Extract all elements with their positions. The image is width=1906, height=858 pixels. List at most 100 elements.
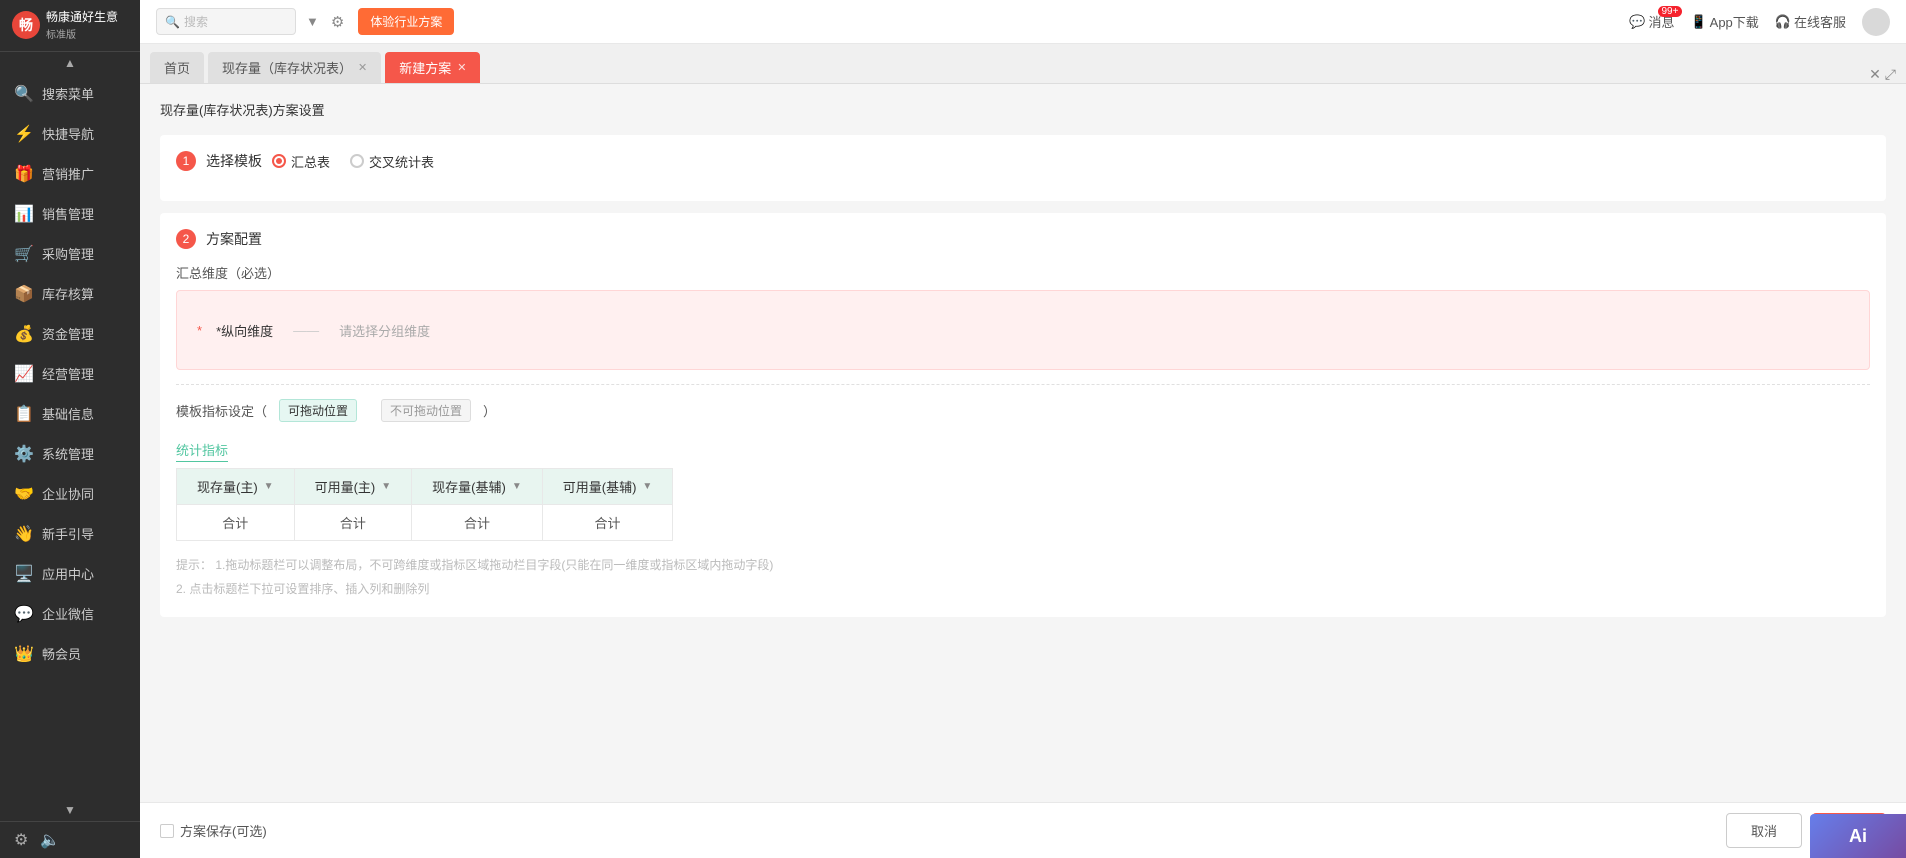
sidebar-item-finance[interactable]: 💰 资金管理	[0, 314, 140, 354]
indicator-settings-suffix: ）	[483, 401, 496, 420]
operations-icon: 📈	[14, 364, 34, 384]
sidebar-item-basic[interactable]: 📋 基础信息	[0, 394, 140, 434]
sidebar-item-purchase[interactable]: 🛒 采购管理	[0, 234, 140, 274]
sidebar: 畅 畅康通好生意 标准版 ▲ 🔍 搜索菜单 ⚡ 快捷导航 🎁 营销推广 📊 销售…	[0, 0, 140, 858]
search-menu-icon: 🔍	[14, 84, 34, 104]
sidebar-item-sales[interactable]: 📊 销售管理	[0, 194, 140, 234]
download-icon: 📱	[1690, 14, 1706, 30]
online-service-btn[interactable]: 🎧 在线客服	[1775, 12, 1846, 31]
industry-btn[interactable]: 体验行业方案	[358, 8, 454, 35]
member-icon: 👑	[14, 644, 34, 664]
sidebar-item-label: 应用中心	[42, 564, 94, 583]
tips-area: 提示： 1.拖动标题栏可以调整布局，不可跨维度或指标区域拖动栏目字段(只能在同一…	[176, 553, 1870, 601]
section-divider	[176, 384, 1870, 385]
col-avail-main-header[interactable]: 可用量(主) ▼	[294, 469, 412, 505]
save-checkbox[interactable]	[160, 824, 174, 838]
sidebar-item-label: 企业微信	[42, 604, 94, 623]
shortcut-icon: ⚡	[14, 124, 34, 144]
indicator-settings-row: 模板指标设定（ 可拖动位置 不可拖动位置 ）	[176, 399, 1870, 422]
radio-summary[interactable]: 汇总表	[272, 152, 330, 171]
vertical-dim-placeholder[interactable]: 请选择分组维度	[339, 321, 430, 340]
volume-icon[interactable]: 🔈	[40, 830, 60, 850]
sidebar-item-label: 企业协同	[42, 484, 94, 503]
draggable-tag: 可拖动位置	[279, 399, 357, 422]
sidebar-item-system[interactable]: ⚙️ 系统管理	[0, 434, 140, 474]
dash-separator: ——	[293, 323, 319, 338]
ai-assistant-button[interactable]: Ai	[1810, 814, 1906, 858]
message-icon: 💬	[1629, 14, 1645, 30]
col-cur-main-dropdown[interactable]: ▼	[264, 481, 274, 492]
sidebar-item-search[interactable]: 🔍 搜索菜单	[0, 74, 140, 114]
sidebar-item-corp[interactable]: 🤝 企业协同	[0, 474, 140, 514]
message-badge: 99+	[1658, 6, 1683, 17]
sidebar-item-inventory[interactable]: 📦 库存核算	[0, 274, 140, 314]
sidebar-item-label: 采购管理	[42, 244, 94, 263]
corp-icon: 🤝	[14, 484, 34, 504]
tab-close-all-icon[interactable]: ✕	[1869, 66, 1881, 83]
radio-cross-label: 交叉统计表	[369, 152, 434, 171]
tab-new-scheme-label: 新建方案	[399, 58, 451, 77]
purchase-icon: 🛒	[14, 244, 34, 264]
tab-new-scheme-close[interactable]: ✕	[457, 61, 466, 74]
step1-header: 1 选择模板 汇总表 交叉统计表	[176, 151, 1870, 171]
col-cur-aux-header[interactable]: 现存量(基辅) ▼	[412, 469, 543, 505]
step2-card: 2 方案配置 汇总维度（必选） * *纵向维度 —— 请选择分组维度 模板指标设…	[160, 213, 1886, 617]
tab-home[interactable]: 首页	[150, 52, 204, 83]
sidebar-item-label: 畅会员	[42, 644, 81, 663]
step1-title: 选择模板	[206, 151, 262, 171]
gear-icon[interactable]: ⚙	[331, 13, 344, 31]
sidebar-item-shortcut[interactable]: ⚡ 快捷导航	[0, 114, 140, 154]
step2-header: 2 方案配置	[176, 229, 1870, 249]
sidebar-item-appstore[interactable]: 🖥️ 应用中心	[0, 554, 140, 594]
tabbar: 首页 现存量（库存状况表） ✕ 新建方案 ✕ ✕ ⤢	[140, 44, 1906, 84]
topbar: 🔍 搜索 ▼ ⚙ 体验行业方案 💬 消息 99+ 📱 App下载 🎧 在线客服	[140, 0, 1906, 44]
col-cur-aux-dropdown[interactable]: ▼	[512, 481, 522, 492]
sidebar-scroll-down[interactable]: ▼	[0, 799, 140, 821]
tab-inventory-close[interactable]: ✕	[358, 61, 367, 74]
search-placeholder: 搜索	[184, 13, 208, 30]
radio-summary-circle	[272, 154, 286, 168]
sidebar-scroll-up[interactable]: ▲	[0, 52, 140, 74]
stats-label: 统计指标	[176, 440, 228, 462]
sidebar-item-member[interactable]: 👑 畅会员	[0, 634, 140, 674]
app-edition: 标准版	[46, 26, 118, 41]
settings-icon[interactable]: ⚙	[14, 830, 28, 850]
sidebar-item-operations[interactable]: 📈 经营管理	[0, 354, 140, 394]
col-avail-main-dropdown[interactable]: ▼	[381, 481, 391, 492]
col-cur-main-header[interactable]: 现存量(主) ▼	[177, 469, 295, 505]
message-btn[interactable]: 💬 消息 99+	[1629, 12, 1674, 31]
tip-2: 2. 点击标题栏下拉可设置排序、插入列和删除列	[176, 577, 1870, 601]
appstore-icon: 🖥️	[14, 564, 34, 584]
sidebar-item-label: 基础信息	[42, 404, 94, 423]
table-row: 合计 合计 合计 合计	[177, 505, 673, 541]
wechat-icon: 💬	[14, 604, 34, 624]
tab-inventory-label: 现存量（库存状况表）	[222, 58, 352, 77]
save-option[interactable]: 方案保存(可选)	[160, 821, 267, 840]
user-avatar[interactable]	[1862, 8, 1890, 36]
bottom-bar: 方案保存(可选) 取消 查询	[140, 802, 1906, 858]
tab-inventory[interactable]: 现存量（库存状况表） ✕	[208, 52, 381, 83]
chevron-down-icon[interactable]: ▼	[306, 14, 319, 29]
col-avail-aux-dropdown[interactable]: ▼	[642, 481, 652, 492]
sidebar-item-marketing[interactable]: 🎁 营销推广	[0, 154, 140, 194]
col-avail-aux-header[interactable]: 可用量(基辅) ▼	[542, 469, 673, 505]
tab-expand-icon[interactable]: ⤢	[1885, 66, 1896, 83]
app-download-btn[interactable]: 📱 App下载	[1690, 12, 1758, 31]
template-radio-group: 汇总表 交叉统计表	[272, 152, 434, 171]
step1-card: 1 选择模板 汇总表 交叉统计表	[160, 135, 1886, 201]
scheme-table: 现存量(主) ▼ 可用量(主) ▼ 现存量(基辅	[176, 468, 673, 541]
finance-icon: 💰	[14, 324, 34, 344]
cancel-button[interactable]: 取消	[1726, 813, 1802, 848]
app-name: 畅康通好生意	[46, 10, 118, 26]
sidebar-item-wechat[interactable]: 💬 企业微信	[0, 594, 140, 634]
vertical-dim-label: *纵向维度	[216, 321, 273, 340]
non-draggable-tag: 不可拖动位置	[381, 399, 471, 422]
tab-new-scheme[interactable]: 新建方案 ✕	[385, 52, 480, 83]
search-box[interactable]: 🔍 搜索	[156, 8, 296, 35]
sidebar-item-label: 资金管理	[42, 324, 94, 343]
radio-cross[interactable]: 交叉统计表	[350, 152, 434, 171]
page-title: 现存量(库存状况表)方案设置	[160, 100, 1886, 119]
sidebar-item-newbie[interactable]: 👋 新手引导	[0, 514, 140, 554]
step1-num: 1	[176, 151, 196, 171]
cell-avail-aux: 合计	[542, 505, 673, 541]
